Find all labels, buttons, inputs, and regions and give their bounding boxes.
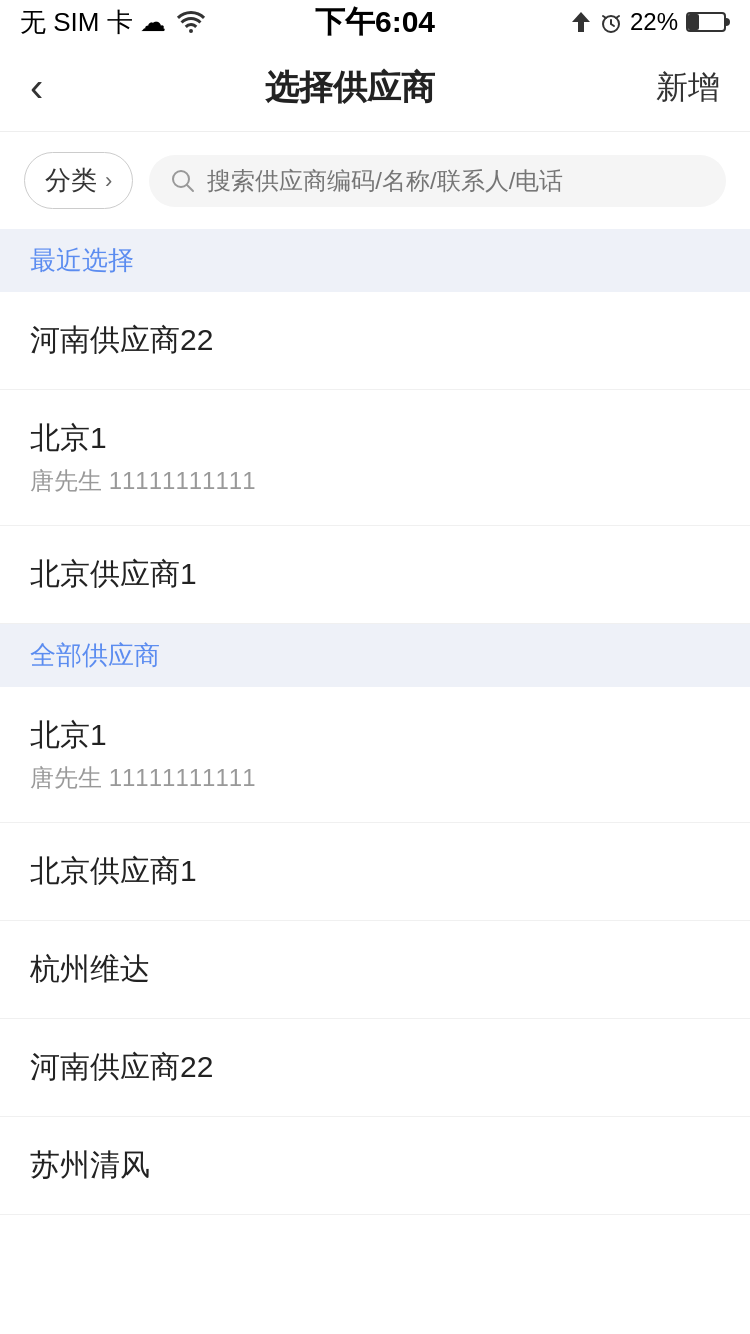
item-name: 苏州清风 — [30, 1145, 720, 1186]
all-section-header: 全部供应商 — [0, 624, 750, 687]
page-title: 选择供应商 — [265, 65, 435, 111]
battery-icon — [686, 11, 730, 33]
item-sub: 唐先生 11111111111 — [30, 762, 720, 794]
nav-bar: ‹ 选择供应商 新增 — [0, 44, 750, 132]
item-name: 杭州维达 — [30, 949, 720, 990]
list-item[interactable]: 杭州维达 — [0, 921, 750, 1019]
item-name: 北京1 — [30, 715, 720, 756]
recent-section-header: 最近选择 — [0, 229, 750, 292]
all-section-label: 全部供应商 — [30, 640, 160, 670]
back-button[interactable]: ‹ — [30, 65, 43, 110]
filter-bar: 分类 › — [0, 132, 750, 229]
list-item[interactable]: 河南供应商22 — [0, 292, 750, 390]
item-name: 北京供应商1 — [30, 554, 720, 595]
svg-rect-2 — [688, 14, 699, 30]
item-name: 北京供应商1 — [30, 851, 720, 892]
category-button[interactable]: 分类 › — [24, 152, 133, 209]
category-label: 分类 — [45, 163, 97, 198]
item-name: 河南供应商22 — [30, 1047, 720, 1088]
search-input-wrap[interactable] — [149, 155, 726, 207]
wifi-icon — [176, 11, 206, 33]
status-right: 22% — [570, 8, 730, 36]
list-item[interactable]: 北京供应商1 — [0, 823, 750, 921]
recent-list: 河南供应商22 北京1 唐先生 11111111111 北京供应商1 — [0, 292, 750, 624]
list-item[interactable]: 河南供应商22 — [0, 1019, 750, 1117]
recent-section-label: 最近选择 — [30, 245, 134, 275]
search-input[interactable] — [207, 167, 706, 195]
all-list: 北京1 唐先生 11111111111 北京供应商1 杭州维达河南供应商22 苏州清风 — [0, 687, 750, 1215]
search-icon — [169, 167, 197, 195]
alarm-icon — [600, 11, 622, 33]
location-icon — [570, 11, 592, 33]
list-item[interactable]: 北京1 唐先生 11111111111 — [0, 390, 750, 526]
no-sim-label: 无 SIM 卡 ☁ — [20, 5, 166, 40]
status-time: 下午6:04 — [315, 2, 435, 43]
battery-label: 22% — [630, 8, 678, 36]
item-name: 河南供应商22 — [30, 320, 720, 361]
status-left: 无 SIM 卡 ☁ — [20, 5, 206, 40]
list-item[interactable]: 苏州清风 — [0, 1117, 750, 1215]
item-name: 北京1 — [30, 418, 720, 459]
chevron-right-icon: › — [105, 168, 112, 194]
list-item[interactable]: 北京供应商1 — [0, 526, 750, 624]
item-sub: 唐先生 11111111111 — [30, 465, 720, 497]
status-bar: 无 SIM 卡 ☁ 下午6:04 22% — [0, 0, 750, 44]
add-button[interactable]: 新增 — [656, 66, 720, 110]
list-item[interactable]: 北京1 唐先生 11111111111 — [0, 687, 750, 823]
